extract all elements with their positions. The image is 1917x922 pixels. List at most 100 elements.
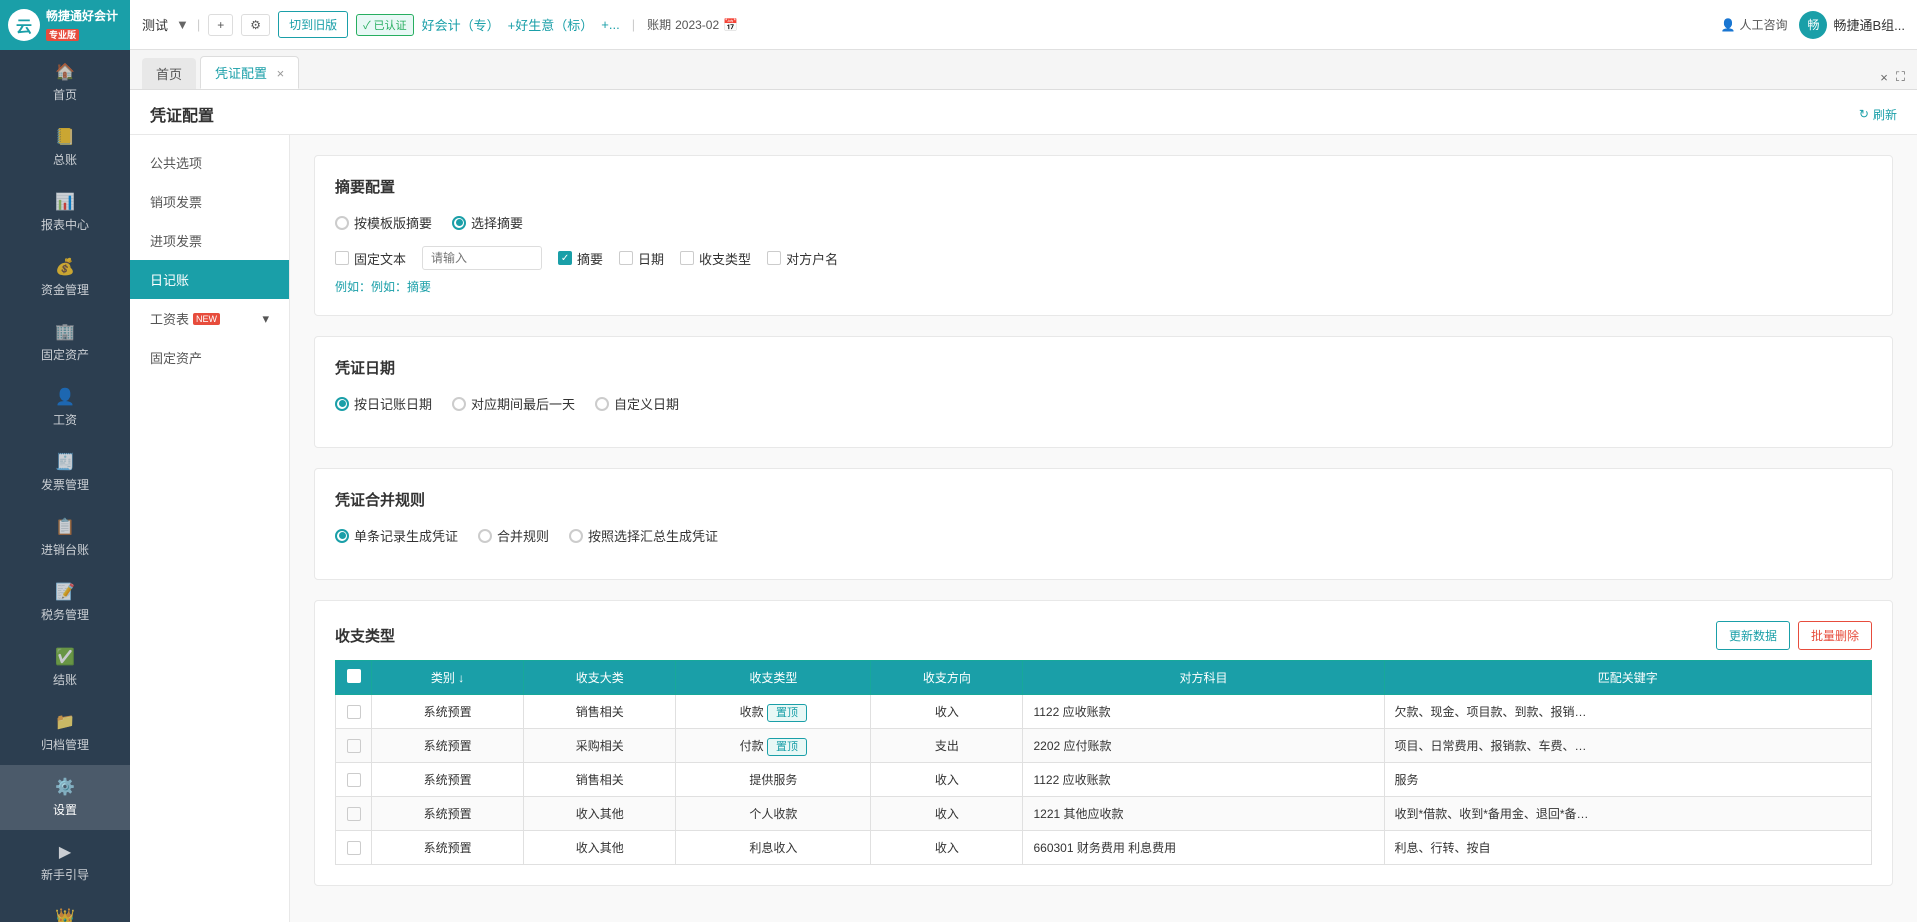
tab-close-icon[interactable]: × [277,66,285,81]
guide-icon: ▶ [59,842,71,862]
asset-icon: 🏢 [55,322,75,342]
tab-home[interactable]: 首页 [142,58,196,89]
window-expand-icon[interactable]: ⛶ [1896,69,1905,85]
radio-template-circle [335,216,349,230]
sidebar-item-close[interactable]: ✅ 结账 [0,635,130,700]
sidebar-item-home[interactable]: 🏠 首页 [0,50,130,115]
payroll-icon: 👤 [55,387,75,407]
date-title: 凭证日期 [335,357,1872,378]
page-header: 凭证配置 ↻ 刷新 [130,90,1917,135]
radio-single-circle [335,529,349,543]
merge-radio-select-summary[interactable]: 按照选择汇总生成凭证 [569,526,718,545]
settings-button[interactable]: ⚙ [241,14,270,36]
certified-tag: ✓ 已认证 [356,14,414,36]
sidebar-item-report[interactable]: 📊 报表中心 [0,180,130,245]
td-direction-2: 收入 [871,763,1023,797]
user-info: 畅 畅捷通B组... [1799,11,1905,39]
reset-btn-0[interactable]: 置顶 [767,704,807,722]
calendar-icon[interactable]: 📅 [723,18,738,32]
refresh-btn[interactable]: ↻ 刷新 [1859,106,1897,123]
table-row: 系统预置 收入其他 利息收入 收入 660301 财务费用 利息费用 利息、行转… [336,831,1872,865]
merge-radio-single[interactable]: 单条记录生成凭证 [335,526,458,545]
radio-journal-circle [335,397,349,411]
batch-delete-btn[interactable]: 批量删除 [1798,621,1872,650]
td-direction-3: 收入 [871,797,1023,831]
tab-right-actions: × ⛶ [1880,69,1905,89]
service-btn[interactable]: 👤 人工咨询 [1721,16,1788,33]
date-radio-period-last[interactable]: 对应期间最后一天 [452,394,575,413]
td-checkbox-3[interactable] [336,797,372,831]
td-major-2: 销售相关 [524,763,676,797]
table-row: 系统预置 采购相关 付款 置顶 支出 2202 应付账款 项目、日常费用、报销款… [336,729,1872,763]
date-check[interactable]: 日期 [619,249,664,268]
td-checkbox-2[interactable] [336,763,372,797]
fixed-text-check[interactable]: 固定文本 [335,249,406,268]
good-accounting-tag: 好会计（专） [422,15,500,34]
table-row: 系统预置 销售相关 提供服务 收入 1122 应收账款 服务 [336,763,1872,797]
sub-sidebar-daily-ledger[interactable]: 日记账 [130,260,289,299]
td-keywords-2: 服务 [1384,763,1871,797]
reset-btn-1[interactable]: 置顶 [767,738,807,756]
td-checkbox-4[interactable] [336,831,372,865]
th-checkbox[interactable] [336,661,372,695]
th-category: 类别 ↓ [372,661,524,695]
sidebar-item-invoice[interactable]: 🧾 发票管理 [0,440,130,505]
sidebar-item-payroll[interactable]: 👤 工资 [0,375,130,440]
table-row: 系统预置 收入其他 个人收款 收入 1221 其他应收款 收到*借款、收到*备用… [336,797,1872,831]
window-close-icon[interactable]: × [1880,70,1888,85]
report-icon: 📊 [55,192,75,212]
sub-sidebar-sales-invoice[interactable]: 销项发票 [130,182,289,221]
date-checkbox [619,251,633,265]
tab-voucher-config[interactable]: 凭证配置 × [200,56,299,89]
sub-sidebar-payroll[interactable]: 工资表 NEW ▾ [130,299,289,338]
example-text: 例如：例如：摘要 [335,278,1872,295]
summary-radio-select[interactable]: 选择摘要 [452,213,523,232]
sidebar-item-archive[interactable]: 📁 归档管理 [0,700,130,765]
td-category-3: 系统预置 [372,797,524,831]
sidebar-item-ledger[interactable]: 📒 总账 [0,115,130,180]
sub-sidebar-public[interactable]: 公共选项 [130,143,289,182]
td-category-2: 系统预置 [372,763,524,797]
sidebar-item-member[interactable]: 👑 畅会员 [0,895,130,922]
sidebar-item-fund[interactable]: 💰 资金管理 [0,245,130,310]
sidebar-item-purchase[interactable]: 📋 进销台账 [0,505,130,570]
main-content: 摘要配置 按模板版摘要 选择摘要 [290,135,1917,922]
sidebar-item-tax[interactable]: 📝 税务管理 [0,570,130,635]
select-all-checkbox[interactable] [347,669,361,683]
sidebar-item-asset[interactable]: 🏢 固定资产 [0,310,130,375]
merge-radio-rules[interactable]: 合并规则 [478,526,549,545]
td-account-0: 1122 应收账款 [1023,695,1384,729]
sidebar-item-guide[interactable]: ▶ 新手引导 [0,830,130,895]
switch-old-btn[interactable]: 切到旧版 [278,11,348,38]
th-major-type: 收支大类 [524,661,676,695]
date-radio-journal[interactable]: 按日记账日期 [335,394,432,413]
date-radio-custom[interactable]: 自定义日期 [595,394,679,413]
topbar: 测试 ▼ | + ⚙ 切到旧版 ✓ 已认证 好会计（专） +好生意（标） +..… [130,0,1917,50]
type-check[interactable]: 收支类型 [680,249,751,268]
page-title: 凭证配置 [150,102,214,126]
content-area: 公共选项 销项发票 进项发票 日记账 工资表 NEW ▾ 固定资产 [130,135,1917,922]
fixed-text-input[interactable] [422,246,542,270]
date-section: 凭证日期 按日记账日期 对应期间最后一天 自定义日期 [314,336,1893,448]
summary-checkbox-row: 固定文本 ✓ 摘要 日期 收支类型 [335,246,1872,270]
td-major-1: 采购相关 [524,729,676,763]
sub-sidebar-purchase-invoice[interactable]: 进项发票 [130,221,289,260]
update-data-btn[interactable]: 更新数据 [1716,621,1790,650]
certified-icon: ✓ [363,20,371,32]
td-category-0: 系统预置 [372,695,524,729]
td-major-0: 销售相关 [524,695,676,729]
service-icon: 👤 [1721,18,1736,32]
table-row: 系统预置 销售相关 收款 置顶 收入 1122 应收账款 欠款、现金、项目款、到… [336,695,1872,729]
td-checkbox-0[interactable] [336,695,372,729]
td-direction-1: 支出 [871,729,1023,763]
more-tags: +... [601,17,619,32]
sidebar-item-settings[interactable]: ⚙️ 设置 [0,765,130,830]
company-dropdown-arrow[interactable]: ▼ [176,17,189,32]
td-checkbox-1[interactable] [336,729,372,763]
summary-radio-template[interactable]: 按模板版摘要 [335,213,432,232]
party-check[interactable]: 对方户名 [767,249,838,268]
sub-sidebar-fixed-asset[interactable]: 固定资产 [130,338,289,377]
add-button[interactable]: + [208,14,233,36]
td-direction-4: 收入 [871,831,1023,865]
summary-check[interactable]: ✓ 摘要 [558,249,603,268]
